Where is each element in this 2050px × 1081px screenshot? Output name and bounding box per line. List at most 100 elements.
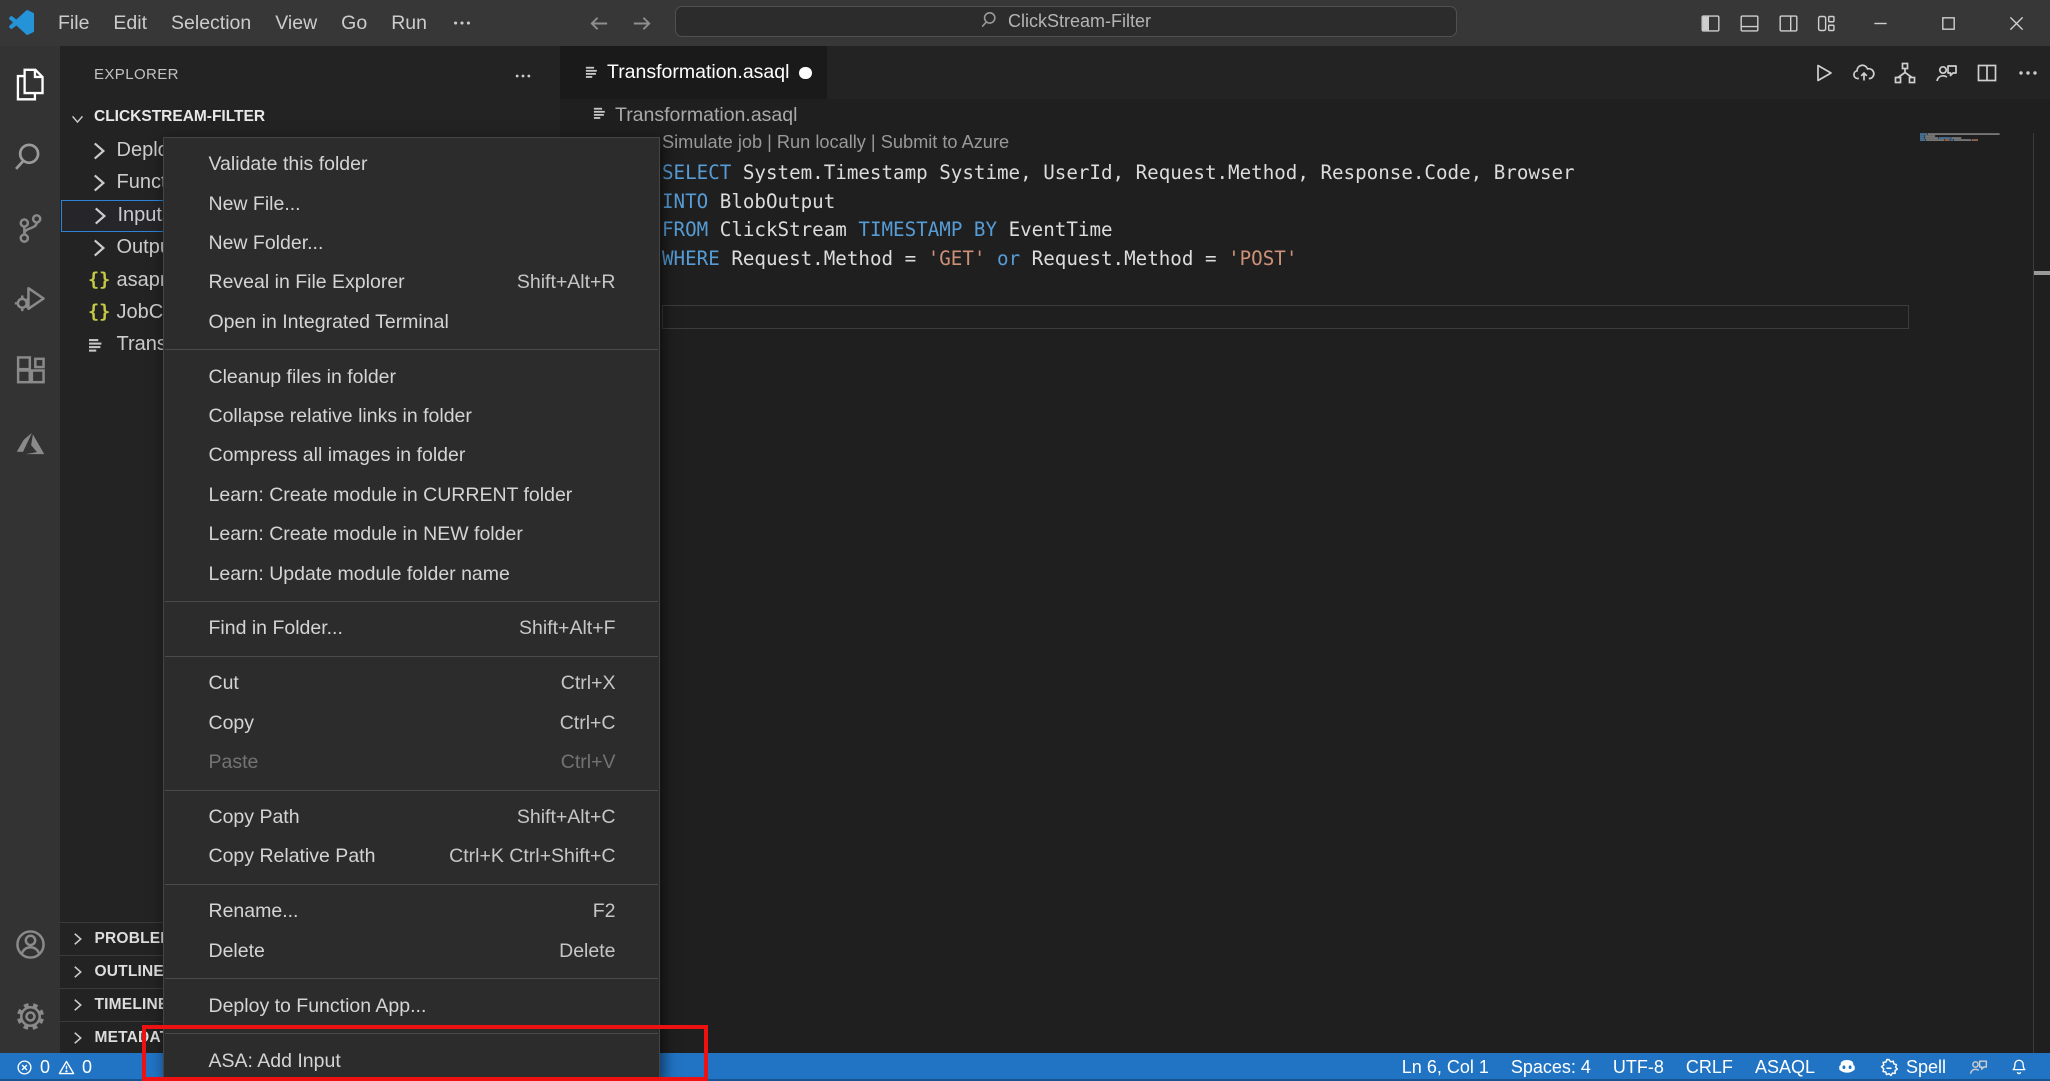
overview-ruler-cursor (2033, 271, 2050, 275)
menu-item-label: Collapse relative links in folder (208, 405, 472, 428)
menu-item-copy-path[interactable]: Copy Path Shift+Alt+C (164, 798, 659, 837)
status-indentation[interactable]: Spaces: 4 (1500, 1053, 1602, 1081)
menu-item-label: Compress all images in folder (208, 444, 466, 467)
menu-item-find-in-folder[interactable]: Find in Folder... Shift+Alt+F (164, 609, 659, 648)
status-eol[interactable]: CRLF (1675, 1053, 1744, 1081)
menubar-item-more[interactable] (439, 12, 485, 34)
menu-item-label: Copy (208, 711, 255, 734)
file-lines-icon (593, 106, 608, 126)
job-diagram-button[interactable] (1891, 59, 1919, 87)
tab-transformation[interactable]: Transformation.asaql (560, 46, 827, 99)
arrow-back-icon[interactable] (588, 12, 611, 35)
vscode-logo-icon (8, 10, 35, 35)
minimize-icon[interactable] (1846, 0, 1914, 46)
arrow-forward-icon[interactable] (630, 12, 653, 35)
activity-azure[interactable] (0, 408, 60, 478)
activity-run-and-debug[interactable] (0, 263, 60, 333)
tab-strip: Transformation.asaql (560, 46, 2050, 99)
menu-item-reveal-in-file-explorer[interactable]: Reveal in File Explorer Shift+Alt+R (164, 263, 659, 302)
menubar-item-selection[interactable]: Selection (159, 0, 263, 46)
copilot-icon (1837, 1057, 1857, 1077)
status-spell-checker[interactable]: Spell (1868, 1053, 1957, 1081)
chevron-right-icon (68, 930, 86, 953)
activity-extensions[interactable] (0, 335, 60, 405)
more-actions-button[interactable] (2014, 59, 2042, 87)
menubar-item-file[interactable]: File (46, 0, 101, 46)
modified-dot-icon[interactable] (799, 66, 812, 79)
menu-item-label: Copy Relative Path (208, 845, 376, 868)
chevron-right-icon (68, 963, 86, 986)
menu-item-label: Learn: Create module in CURRENT folder (208, 483, 573, 506)
layout-panel-icon[interactable] (1739, 13, 1760, 34)
context-menu: Validate this folder New File... New Folde… (162, 137, 660, 1081)
submit-to-azure-button[interactable] (1850, 59, 1878, 87)
activity-search[interactable] (0, 121, 60, 191)
menu-item-learn-create-module-in-new-folder[interactable]: Learn: Create module in NEW folder (164, 515, 659, 554)
status-warnings[interactable]: 0 (58, 1053, 92, 1081)
code-token: 'GET' (927, 246, 986, 270)
menu-item-rename[interactable]: Rename... F2 (164, 892, 659, 931)
code-line: INTO BlobOutput (662, 188, 1575, 217)
editor-actions (1809, 46, 2042, 99)
menu-item-cleanup-files-in-folder[interactable]: Cleanup files in folder (164, 357, 659, 396)
minimap[interactable] (1920, 133, 2040, 145)
menu-item-collapse-relative-links-in-folder[interactable]: Collapse relative links in folder (164, 397, 659, 436)
menu-item-delete[interactable]: Delete Delete (164, 932, 659, 971)
menu-item-validate-this-folder[interactable]: Validate this folder (164, 145, 659, 184)
menu-item-shortcut: Ctrl+V (560, 751, 616, 774)
status-feedback[interactable] (1957, 1053, 1999, 1081)
warning-icon (58, 1059, 75, 1076)
menubar-item-run[interactable]: Run (379, 0, 439, 46)
chevron-right-icon (85, 170, 111, 196)
layout-customize-icon[interactable] (1816, 13, 1837, 34)
search-value: ClickStream-Filter (1007, 11, 1151, 31)
menu-item-learn-update-module-folder-name[interactable]: Learn: Update module folder name (164, 554, 659, 593)
breadcrumb[interactable]: Transformation.asaql (560, 99, 2050, 132)
menu-item-label: Open in Integrated Terminal (208, 310, 449, 333)
activity-manage[interactable] (0, 981, 60, 1051)
menu-item-open-in-integrated-terminal[interactable]: Open in Integrated Terminal (164, 303, 659, 342)
maximize-icon[interactable] (1914, 0, 1982, 46)
codelens-links[interactable]: Simulate job | Run locally | Submit to A… (662, 132, 1009, 153)
status-left: 00 (16, 1053, 92, 1081)
close-icon[interactable] (1982, 0, 2050, 46)
editor-group: Transformation.asaql Transformation.asaq… (560, 46, 2050, 1053)
activity-source-control[interactable] (0, 193, 60, 263)
chevron-right-icon (68, 996, 86, 1019)
status-cursor-position[interactable]: Ln 6, Col 1 (1391, 1053, 1500, 1081)
menu-item-label: Copy Path (208, 806, 300, 829)
menu-item-shortcut: Ctrl+C (559, 711, 616, 734)
editor-content[interactable]: Simulate job | Run locally | Submit to A… (560, 132, 2050, 1053)
layout-secondary-sidebar-icon[interactable] (1778, 13, 1799, 34)
menubar-item-edit[interactable]: Edit (101, 0, 159, 46)
menubar-item-view[interactable]: View (263, 0, 329, 46)
menu-item-deploy-to-function-app[interactable]: Deploy to Function App... (164, 986, 659, 1025)
layout-sidebar-icon[interactable] (1700, 13, 1721, 34)
status-encoding[interactable]: UTF-8 (1602, 1053, 1675, 1081)
menubar-item-go[interactable]: Go (329, 0, 379, 46)
menu-item-new-file[interactable]: New File... (164, 184, 659, 223)
menu-item-copy[interactable]: Copy Ctrl+C (164, 704, 659, 743)
menu-separator (164, 601, 658, 603)
feedback-button[interactable] (1932, 59, 1960, 87)
activity-explorer[interactable] (0, 50, 60, 120)
status-copilot[interactable] (1826, 1053, 1868, 1081)
menu-item-copy-relative-path[interactable]: Copy Relative Path Ctrl+K Ctrl+Shift+C (164, 837, 659, 876)
menu-item-compress-all-images-in-folder[interactable]: Compress all images in folder (164, 436, 659, 475)
status-errors[interactable]: 0 (16, 1053, 50, 1081)
activity-accounts[interactable] (0, 909, 60, 979)
split-editor-button[interactable] (1973, 59, 2001, 87)
breadcrumb-label: Transformation.asaql (615, 103, 798, 126)
menu-item-learn-create-module-in-current-folder[interactable]: Learn: Create module in CURRENT folder (164, 476, 659, 515)
panel-section-label: OUTLINE (94, 962, 164, 980)
status-notifications[interactable] (1999, 1053, 2039, 1081)
run-button[interactable] (1809, 59, 1837, 87)
spell-icon (1879, 1057, 1899, 1077)
menu-item-new-folder[interactable]: New Folder... (164, 224, 659, 263)
command-center-search[interactable]: ClickStream-Filter (675, 6, 1457, 37)
activity-bar (0, 46, 60, 1053)
chevron-right-icon (68, 1029, 86, 1052)
menu-item-paste[interactable]: Paste Ctrl+V (164, 743, 659, 782)
status-language-mode[interactable]: ASAQL (1744, 1053, 1826, 1081)
menu-item-cut[interactable]: Cut Ctrl+X (164, 664, 659, 703)
